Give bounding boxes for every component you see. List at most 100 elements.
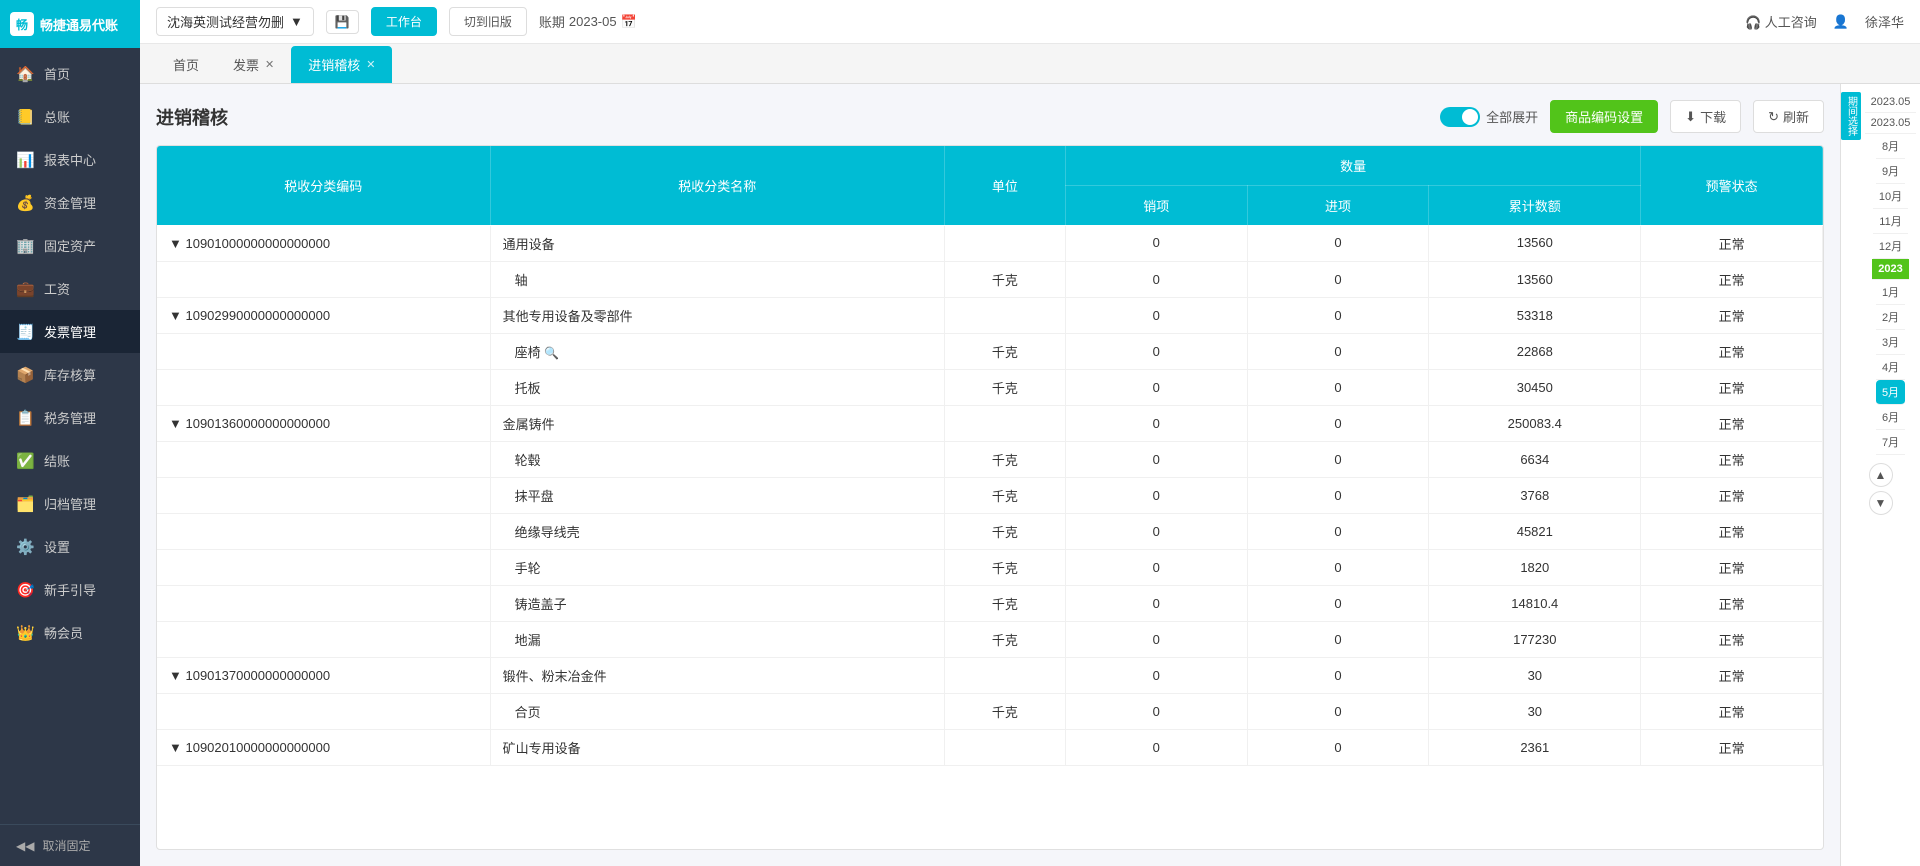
reconciliation-table: 税收分类编码 税收分类名称 单位 数量 预警状态 销项 进项 累计数额 [157, 146, 1823, 766]
ai-consultant[interactable]: 🎧 人工咨询 [1745, 12, 1817, 31]
row-status: 正常 [1641, 261, 1823, 297]
sidebar-item-inventory[interactable]: 📦 库存核算 [0, 353, 140, 396]
row-name: 托板 [490, 369, 944, 405]
row-unit: 千克 [944, 477, 1065, 513]
sidebar-footer-unpin[interactable]: ◀◀ 取消固定 [0, 824, 140, 866]
row-status: 正常 [1641, 333, 1823, 369]
period-up-button[interactable]: ▲ [1869, 463, 1893, 487]
row-code: ▼ 10902990000000000000 [157, 297, 490, 333]
content-area: 进销稽核 全部展开 商品编码设置 ⬇ 下载 ↻ 刷新 [140, 84, 1920, 866]
row-name: 锻件、粉末冶金件 [490, 657, 944, 693]
switch-version-button[interactable]: 切到旧版 [449, 7, 527, 36]
row-code [157, 621, 490, 657]
row-status: 正常 [1641, 729, 1823, 765]
page-title: 进销稽核 [156, 104, 228, 130]
sidebar-item-close[interactable]: ✅ 结账 [0, 439, 140, 482]
period-item[interactable]: 12月 [1873, 234, 1908, 259]
period-item[interactable]: 10月 [1873, 184, 1908, 209]
row-total: 30 [1429, 657, 1641, 693]
th-name: 税收分类名称 [490, 146, 944, 225]
row-name: 手轮 [490, 549, 944, 585]
row-sales: 0 [1065, 369, 1247, 405]
row-status: 正常 [1641, 297, 1823, 333]
row-purchase: 0 [1247, 405, 1429, 441]
sidebar-item-finance[interactable]: 💰 资金管理 [0, 181, 140, 224]
row-sales: 0 [1065, 297, 1247, 333]
toggle-switch[interactable] [1440, 107, 1480, 127]
period-item[interactable]: 6月 [1876, 405, 1905, 430]
row-unit [944, 657, 1065, 693]
app-logo[interactable]: 畅 畅捷通易代账 [0, 0, 140, 48]
row-sales: 0 [1065, 729, 1247, 765]
row-sales: 0 [1065, 441, 1247, 477]
calendar-icon[interactable]: 📅 [621, 14, 637, 30]
sidebar-item-archive[interactable]: 🗂️ 归档管理 [0, 482, 140, 525]
th-total: 累计数额 [1429, 186, 1641, 226]
download-button[interactable]: ⬇ 下载 [1670, 100, 1741, 133]
period-item[interactable]: 8月 [1876, 134, 1905, 159]
sidebar-item-assets[interactable]: 🏢 固定资产 [0, 224, 140, 267]
workspace-button[interactable]: 工作台 [371, 7, 437, 36]
row-code: ▼ 10901370000000000000 [157, 657, 490, 693]
sidebar-item-home[interactable]: 🏠 首页 [0, 52, 140, 95]
row-status: 正常 [1641, 621, 1823, 657]
sidebar-item-ledger[interactable]: 📒 总账 [0, 95, 140, 138]
content-main: 进销稽核 全部展开 商品编码设置 ⬇ 下载 ↻ 刷新 [140, 84, 1840, 866]
row-name: 合页 [490, 693, 944, 729]
tab-reconciliation[interactable]: 进销稽核 ✕ [291, 46, 392, 83]
tab-home[interactable]: 首页 [156, 46, 216, 83]
row-total: 177230 [1429, 621, 1641, 657]
row-status: 正常 [1641, 477, 1823, 513]
sidebar-item-reports[interactable]: 📊 报表中心 [0, 138, 140, 181]
logo-text: 畅捷通易代账 [40, 15, 118, 34]
sidebar-item-guide[interactable]: 🎯 新手引导 [0, 568, 140, 611]
row-purchase: 0 [1247, 369, 1429, 405]
row-name: 轴 [490, 261, 944, 297]
period-item[interactable]: 9月 [1876, 159, 1905, 184]
period-item[interactable]: 2023.05 [1865, 113, 1917, 134]
period-item[interactable]: 1月 [1876, 280, 1905, 305]
sidebar-item-tax[interactable]: 📋 税务管理 [0, 396, 140, 439]
sidebar-item-settings[interactable]: ⚙️ 设置 [0, 525, 140, 568]
save-draft-button[interactable]: 💾 [326, 10, 359, 34]
tab-invoice[interactable]: 发票 ✕ [216, 46, 291, 83]
period-item[interactable]: 2023.05 [1865, 92, 1917, 113]
sidebar-item-member[interactable]: 👑 畅会员 [0, 611, 140, 654]
company-selector[interactable]: 沈海英测试经营勿删 ▼ [156, 7, 314, 36]
row-purchase: 0 [1247, 225, 1429, 261]
row-total: 53318 [1429, 297, 1641, 333]
period-item[interactable]: 4月 [1876, 355, 1905, 380]
period-item[interactable]: 5月 [1876, 380, 1905, 405]
period-item[interactable]: 11月 [1873, 209, 1907, 234]
product-code-settings-button[interactable]: 商品编码设置 [1550, 100, 1658, 133]
row-purchase: 0 [1247, 441, 1429, 477]
period-down-button[interactable]: ▼ [1869, 491, 1893, 515]
period-item[interactable]: 2月 [1876, 305, 1905, 330]
expand-all-toggle[interactable]: 全部展开 [1440, 107, 1538, 127]
row-name: 通用设备 [490, 225, 944, 261]
row-unit: 千克 [944, 621, 1065, 657]
sidebar-item-invoice[interactable]: 🧾 发票管理 [0, 310, 140, 353]
row-sales: 0 [1065, 657, 1247, 693]
th-status: 预警状态 [1641, 146, 1823, 225]
row-purchase: 0 [1247, 513, 1429, 549]
sidebar-item-label: 新手引导 [44, 580, 96, 599]
company-name: 沈海英测试经营勿删 [167, 12, 284, 31]
panel-toggle-button[interactable]: 期间选择 [1841, 92, 1861, 140]
row-name: 抹平盘 [490, 477, 944, 513]
refresh-button[interactable]: ↻ 刷新 [1753, 100, 1824, 133]
period-item[interactable]: 3月 [1876, 330, 1905, 355]
sidebar-item-label: 资金管理 [44, 193, 96, 212]
sidebar-item-salary[interactable]: 💼 工资 [0, 267, 140, 310]
period-item[interactable]: 7月 [1876, 430, 1905, 455]
row-unit [944, 297, 1065, 333]
row-purchase: 0 [1247, 477, 1429, 513]
row-unit: 千克 [944, 261, 1065, 297]
tab-home-label: 首页 [173, 55, 199, 74]
tab-reconciliation-close[interactable]: ✕ [366, 58, 375, 71]
row-purchase: 0 [1247, 585, 1429, 621]
period-item[interactable]: 2023 [1872, 259, 1908, 280]
row-total: 45821 [1429, 513, 1641, 549]
sidebar-item-label: 发票管理 [44, 322, 96, 341]
tab-invoice-close[interactable]: ✕ [265, 58, 274, 71]
